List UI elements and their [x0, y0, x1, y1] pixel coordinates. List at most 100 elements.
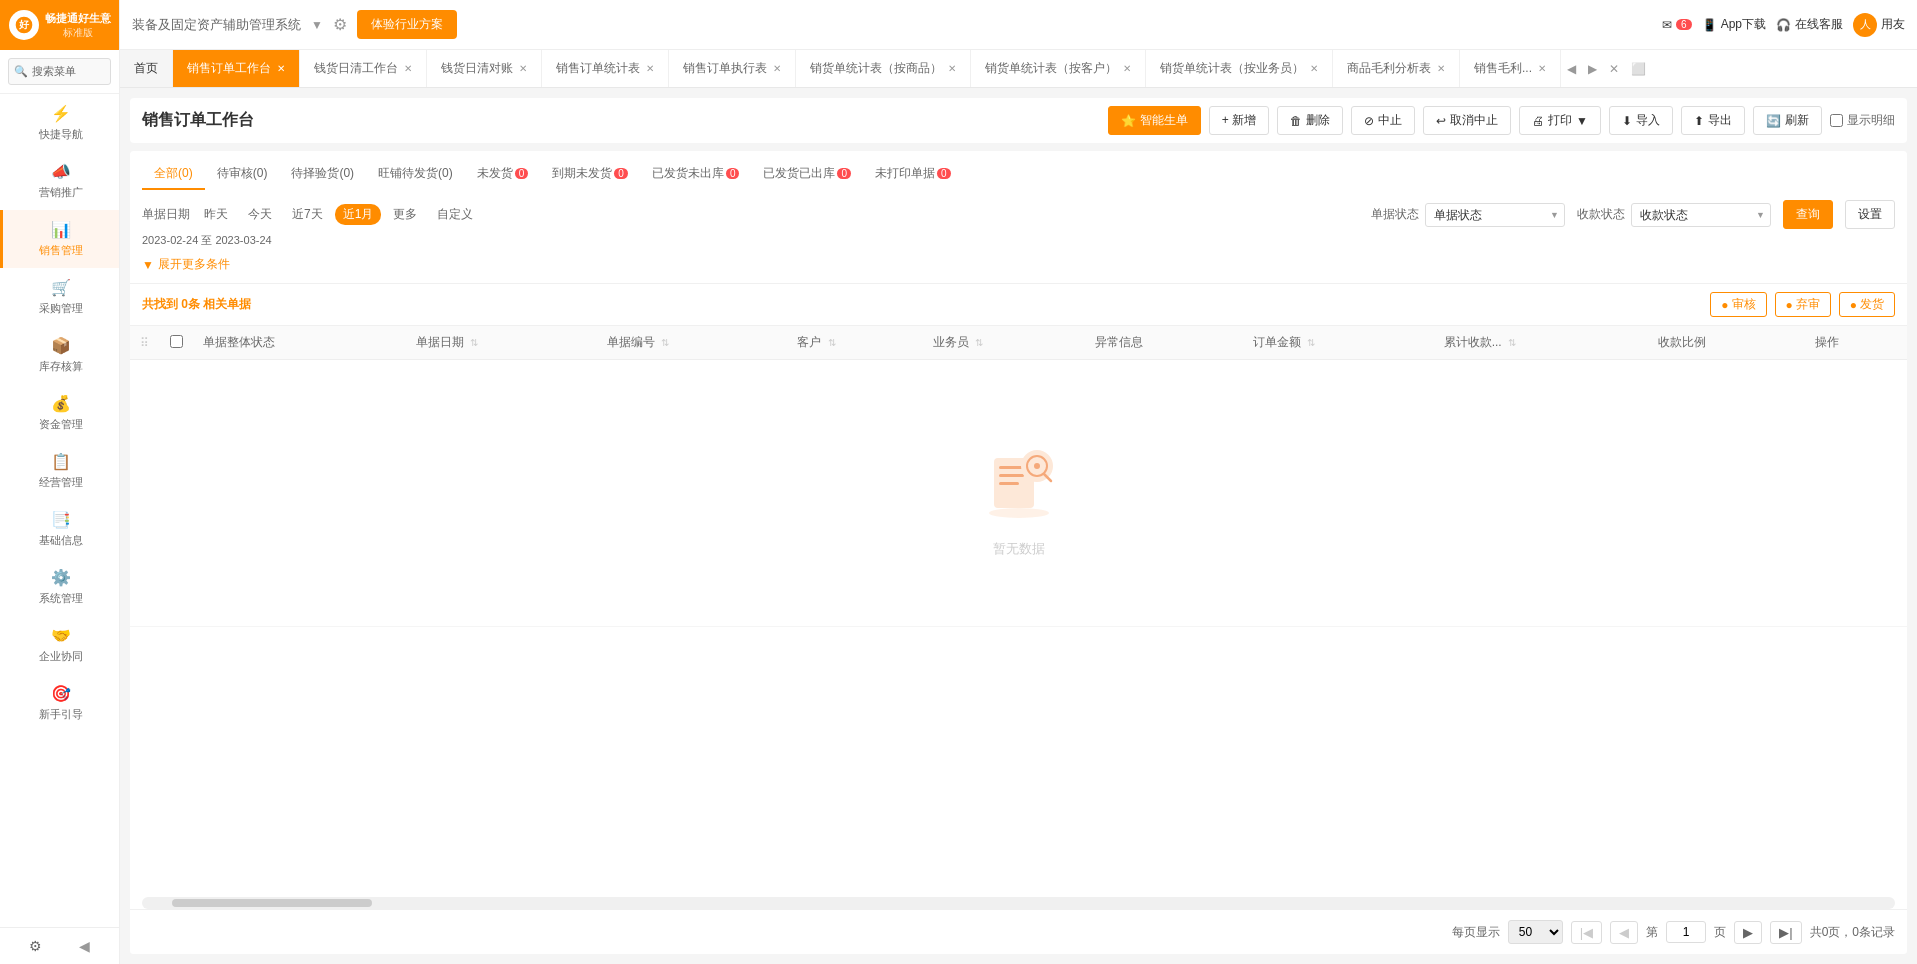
expand-more-btn[interactable]: ▼ 展开更多条件: [142, 256, 1895, 273]
sub-tab-wangpu[interactable]: 旺铺待发货(0): [366, 159, 465, 190]
tab-sales-workbench[interactable]: 销售订单工作台 ✕: [173, 50, 300, 87]
tab-close-cash-reconcile[interactable]: ✕: [519, 63, 527, 74]
tab-close-gross-margin[interactable]: ✕: [1437, 63, 1445, 74]
query-button[interactable]: 查询: [1783, 200, 1833, 229]
delete-button[interactable]: 🗑 删除: [1277, 106, 1343, 135]
tabs-close-all[interactable]: ✕: [1603, 62, 1625, 76]
page-number-input[interactable]: [1666, 921, 1706, 943]
th-cumulative[interactable]: 累计收款... ⇅: [1434, 326, 1648, 360]
date-opt-1month[interactable]: 近1月: [335, 204, 382, 225]
tabs-nav-prev[interactable]: ◀: [1561, 62, 1582, 76]
tab-close-sales-workbench[interactable]: ✕: [277, 63, 285, 74]
tab-close-sales-stats[interactable]: ✕: [646, 63, 654, 74]
tab-close-sale-stats-staff[interactable]: ✕: [1310, 63, 1318, 74]
sub-tab-overdue[interactable]: 到期未发货0: [540, 159, 640, 190]
message-action[interactable]: ✉ 6: [1662, 18, 1692, 32]
tab-sales-stats[interactable]: 销售订单统计表 ✕: [542, 50, 669, 87]
new-button[interactable]: + 新增: [1209, 106, 1269, 135]
tab-cash-reconcile[interactable]: 钱货日清对账 ✕: [427, 50, 542, 87]
th-number-sort-icon[interactable]: ⇅: [661, 337, 669, 348]
sidebar-item-operation[interactable]: 📋 经营管理: [0, 442, 119, 500]
ship-action-button[interactable]: ● 发货: [1839, 292, 1895, 317]
sidebar-item-inventory[interactable]: 📦 库存核算: [0, 326, 119, 384]
th-date-sort-icon[interactable]: ⇅: [470, 337, 478, 348]
collapse-sidebar-icon[interactable]: ◀: [79, 938, 90, 954]
status-select[interactable]: 单据状态: [1425, 203, 1565, 227]
show-detail-checkbox[interactable]: [1830, 114, 1843, 127]
tabs-maximize[interactable]: ⬜: [1625, 62, 1652, 76]
tab-sales-exec[interactable]: 销售订单执行表 ✕: [669, 50, 796, 87]
sidebar-item-purchase[interactable]: 🛒 采购管理: [0, 268, 119, 326]
th-checkbox[interactable]: [160, 326, 193, 360]
th-staff-sort-icon[interactable]: ⇅: [975, 337, 983, 348]
import-button[interactable]: ⬇ 导入: [1609, 106, 1673, 135]
sidebar-item-finance[interactable]: 💰 资金管理: [0, 384, 119, 442]
settings-topbar-icon[interactable]: ⚙: [333, 15, 347, 34]
tab-cash-daily[interactable]: 钱货日清工作台 ✕: [300, 50, 427, 87]
print-button[interactable]: 🖨 打印 ▼: [1519, 106, 1601, 135]
date-opt-7days[interactable]: 近7天: [284, 204, 331, 225]
scrollbar-thumb[interactable]: [172, 899, 372, 907]
select-all-checkbox[interactable]: [170, 335, 183, 348]
tabs-nav-next[interactable]: ▶: [1582, 62, 1603, 76]
sub-tab-not-shipped[interactable]: 未发货0: [465, 159, 541, 190]
date-opt-yesterday[interactable]: 昨天: [196, 204, 236, 225]
tab-gross-margin[interactable]: 商品毛利分析表 ✕: [1333, 50, 1460, 87]
th-number[interactable]: 单据编号 ⇅: [597, 326, 788, 360]
app-download-action[interactable]: 📱 App下载: [1702, 16, 1766, 33]
sub-tab-shipped-out[interactable]: 已发货已出库0: [751, 159, 863, 190]
sub-tab-pending-review[interactable]: 待审核(0): [205, 159, 280, 190]
show-detail-checkbox-label[interactable]: 显示明细: [1830, 112, 1895, 129]
sidebar-item-guide[interactable]: 🎯 新手引导: [0, 674, 119, 732]
th-customer-sort-icon[interactable]: ⇅: [828, 337, 836, 348]
tab-sale-stats-product[interactable]: 销货单统计表（按商品） ✕: [796, 50, 971, 87]
sidebar-item-sales[interactable]: 📊 销售管理: [0, 210, 119, 268]
tab-close-sales-exec[interactable]: ✕: [773, 63, 781, 74]
th-cumulative-sort-icon[interactable]: ⇅: [1508, 337, 1516, 348]
refresh-button[interactable]: 🔄 刷新: [1753, 106, 1822, 135]
date-opt-custom[interactable]: 自定义: [429, 204, 481, 225]
sidebar-item-corp[interactable]: 🤝 企业协同: [0, 616, 119, 674]
smart-create-button[interactable]: ⭐ 智能生单: [1108, 106, 1201, 135]
page-first-button[interactable]: |◀: [1571, 921, 1602, 944]
sidebar-item-marketing[interactable]: 📣 营销推广: [0, 152, 119, 210]
tab-home[interactable]: 首页: [120, 50, 173, 87]
tab-sale-stats-customer[interactable]: 销货单统计表（按客户） ✕: [971, 50, 1146, 87]
th-date[interactable]: 单据日期 ⇅: [406, 326, 597, 360]
date-opt-today[interactable]: 今天: [240, 204, 280, 225]
settings-gear-icon[interactable]: ⚙: [29, 938, 42, 954]
th-staff[interactable]: 业务员 ⇅: [923, 326, 1086, 360]
sub-tab-pending-check[interactable]: 待择验货(0): [279, 159, 366, 190]
page-next-button[interactable]: ▶: [1734, 921, 1762, 944]
horizontal-scrollbar[interactable]: [142, 897, 1895, 909]
user-menu[interactable]: 人 用友: [1853, 13, 1905, 37]
review-action-button[interactable]: ● 审核: [1710, 292, 1766, 317]
abort-button[interactable]: ⊘ 中止: [1351, 106, 1415, 135]
sidebar-item-basic[interactable]: 📑 基础信息: [0, 500, 119, 558]
th-amount-sort-icon[interactable]: ⇅: [1307, 337, 1315, 348]
export-button[interactable]: ⬆ 导出: [1681, 106, 1745, 135]
search-menu-button[interactable]: 🔍 搜索菜单: [8, 58, 111, 85]
page-prev-button[interactable]: ◀: [1610, 921, 1638, 944]
tab-sale-stats-staff[interactable]: 销货单统计表（按业务员） ✕: [1146, 50, 1333, 87]
tab-close-sale-stats-product[interactable]: ✕: [948, 63, 956, 74]
industry-solution-button[interactable]: 体验行业方案: [357, 10, 457, 39]
tab-close-sale-stats-customer[interactable]: ✕: [1123, 63, 1131, 74]
page-size-select[interactable]: 50 20 100: [1508, 920, 1563, 944]
sub-tab-not-printed[interactable]: 未打印单据0: [863, 159, 963, 190]
sub-tab-shipped-not-out[interactable]: 已发货未出库0: [640, 159, 752, 190]
tab-close-sales-revenue[interactable]: ✕: [1538, 63, 1546, 74]
unreviewed-action-button[interactable]: ● 弃审: [1775, 292, 1831, 317]
sidebar-item-system[interactable]: ⚙️ 系统管理: [0, 558, 119, 616]
filter-settings-button[interactable]: 设置: [1845, 200, 1895, 229]
sidebar-item-quick[interactable]: ⚡ 快捷导航: [0, 94, 119, 152]
system-dropdown-icon[interactable]: ▼: [311, 18, 323, 32]
payment-select[interactable]: 收款状态: [1631, 203, 1771, 227]
th-amount[interactable]: 订单金额 ⇅: [1243, 326, 1434, 360]
tab-sales-revenue[interactable]: 销售毛利... ✕: [1460, 50, 1561, 87]
online-service-action[interactable]: 🎧 在线客服: [1776, 16, 1843, 33]
th-customer[interactable]: 客户 ⇅: [787, 326, 922, 360]
date-opt-more[interactable]: 更多: [385, 204, 425, 225]
tab-close-cash-daily[interactable]: ✕: [404, 63, 412, 74]
cancel-abort-button[interactable]: ↩ 取消中止: [1423, 106, 1511, 135]
